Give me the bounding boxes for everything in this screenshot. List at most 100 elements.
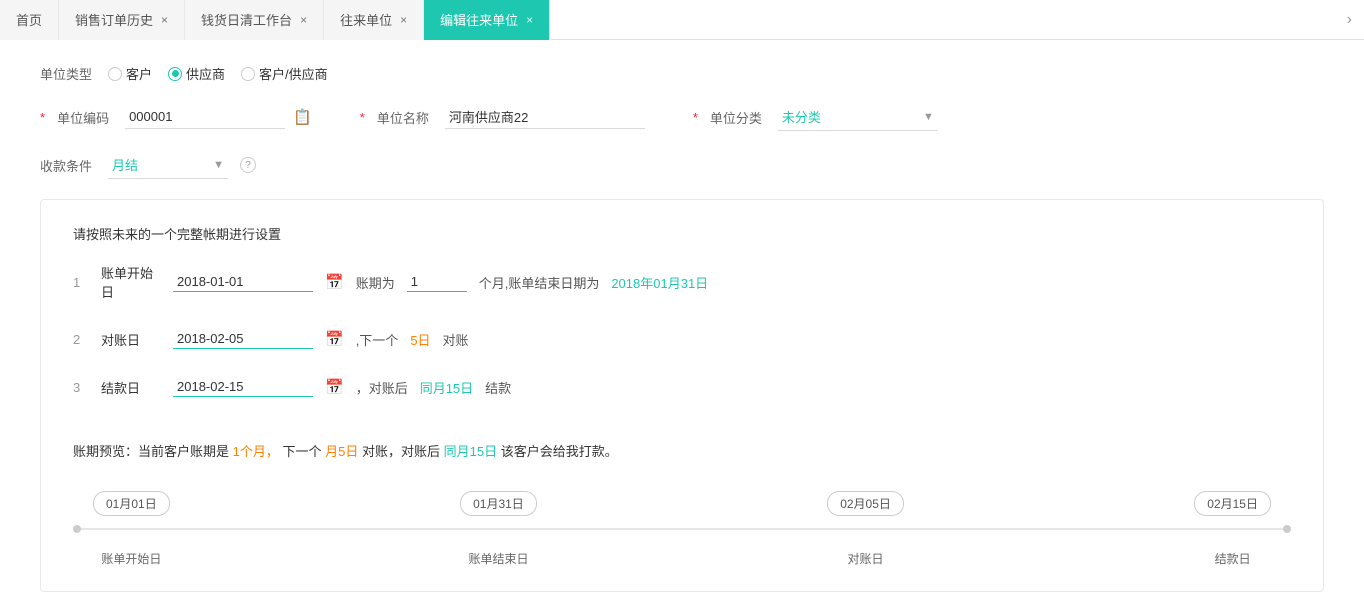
preview-text-4: 该客户会给我打款。: [501, 444, 618, 459]
tab-bar: 首页 销售订单历史 × 钱货日清工作台 × 往来单位 × 编辑往来单位 × ›: [0, 0, 1364, 40]
payment-condition-row: 收款条件 月结 ▼ ?: [40, 151, 1324, 179]
timeline-label-3: 结款日: [1215, 550, 1251, 567]
preview-section: 账期预览：当前客户账期是 1个月， 下一个 月5日 对账，对账后 同月15日 该…: [73, 425, 1291, 567]
radio-group-unit-type: 客户 供应商 客户/供应商: [108, 64, 328, 83]
radio-supplier-label: 供应商: [186, 64, 225, 83]
tab-cash-close[interactable]: ×: [300, 14, 307, 26]
period-date-3[interactable]: [173, 377, 313, 397]
main-content: 单位类型 客户 供应商 客户/供应商 * 单位编码 📋 * 单位名称: [0, 40, 1364, 616]
preview-text-3: 对账，对账后: [362, 444, 440, 459]
timeline-dot-start: [73, 525, 81, 533]
tab-edit-partner[interactable]: 编辑往来单位 ×: [424, 0, 550, 40]
preview-label: 账期预览：当前客户账期是: [73, 444, 229, 459]
tab-cash-work[interactable]: 钱货日清工作台 ×: [185, 0, 324, 40]
payment-condition-select[interactable]: 月结 ▼: [108, 151, 228, 179]
period-desc-3b: 结款: [485, 378, 511, 397]
preview-highlight-3: 同月15日: [444, 444, 497, 459]
unit-type-row: 单位类型 客户 供应商 客户/供应商: [40, 64, 1324, 83]
period-cal-1[interactable]: 📅: [325, 273, 344, 291]
unit-code-input[interactable]: [125, 105, 285, 129]
tab-sales-close[interactable]: ×: [161, 14, 168, 26]
tab-sales-label: 销售订单历史: [75, 10, 153, 29]
tab-cash-label: 钱货日清工作台: [201, 10, 292, 29]
radio-customer-circle: [108, 67, 122, 81]
timeline-node-3: 02月15日 结款日: [1194, 491, 1271, 567]
tab-edit-partner-close[interactable]: ×: [526, 14, 533, 26]
radio-customer-label: 客户: [126, 64, 152, 83]
unit-category-required: *: [693, 110, 698, 125]
unit-category-label: 单位分类: [710, 108, 762, 127]
period-field-label-3: 结款日: [101, 378, 161, 397]
period-card: 请按照未来的一个完整帐期进行设置 1 账单开始日 📅 账期为 个月,账单结束日期…: [40, 199, 1324, 592]
period-cal-2[interactable]: 📅: [325, 330, 344, 348]
period-num-1: 1: [73, 275, 89, 290]
timeline-label-1: 账单结束日: [468, 550, 528, 567]
payment-condition-value: 月结: [112, 155, 209, 174]
unit-code-label: 单位编码: [57, 108, 109, 127]
unit-code-icon[interactable]: 📋: [293, 108, 312, 126]
timeline-node-2: 02月05日 对账日: [827, 491, 904, 567]
radio-customer[interactable]: 客户: [108, 64, 152, 83]
tab-arrow[interactable]: ›: [1335, 11, 1364, 29]
period-card-title: 请按照未来的一个完整帐期进行设置: [73, 224, 1291, 243]
period-highlight-3: 同月15日: [420, 378, 473, 397]
period-cal-3[interactable]: 📅: [325, 378, 344, 396]
radio-customer-supplier[interactable]: 客户/供应商: [241, 64, 328, 83]
period-desc-2a: ,下一个: [356, 330, 399, 349]
radio-customer-supplier-label: 客户/供应商: [259, 64, 328, 83]
unit-name-input[interactable]: [445, 105, 645, 129]
timeline-badge-0: 01月01日: [93, 491, 170, 516]
timeline-node-1: 01月31日 账单结束日: [460, 491, 537, 567]
period-end-date: 2018年01月31日: [611, 273, 708, 292]
period-desc-3a: ，对账后: [356, 378, 408, 397]
timeline-badge-2: 02月05日: [827, 491, 904, 516]
period-num-3: 3: [73, 380, 89, 395]
unit-code-required: *: [40, 110, 45, 125]
tab-edit-partner-label: 编辑往来单位: [440, 10, 518, 29]
period-num-2: 2: [73, 332, 89, 347]
unit-name-label: 单位名称: [377, 108, 429, 127]
unit-type-label: 单位类型: [40, 64, 92, 83]
radio-supplier[interactable]: 供应商: [168, 64, 225, 83]
timeline-wrapper: 01月01日 账单开始日 01月31日 账单结束日 02月05日 对账日 02月…: [73, 491, 1291, 567]
unit-code-group: * 单位编码 📋: [40, 105, 312, 129]
timeline-badge-1: 01月31日: [460, 491, 537, 516]
period-field-label-1: 账单开始日: [101, 263, 161, 301]
period-desc-suffix-1: 个月,账单结束日期为: [479, 273, 600, 292]
preview-text: 账期预览：当前客户账期是 1个月， 下一个 月5日 对账，对账后 同月15日 该…: [73, 441, 1291, 463]
timeline-node-0: 01月01日 账单开始日: [93, 491, 170, 567]
preview-highlight-2: 月5日: [325, 444, 358, 459]
tab-home-label: 首页: [16, 10, 42, 29]
period-row-1: 1 账单开始日 📅 账期为 个月,账单结束日期为 2018年01月31日: [73, 263, 1291, 301]
timeline-label-2: 对账日: [848, 550, 884, 567]
unit-name-required: *: [360, 110, 365, 125]
payment-condition-arrow: ▼: [213, 159, 224, 171]
timeline-label-0: 账单开始日: [101, 550, 161, 567]
period-row-3: 3 结款日 📅 ，对账后 同月15日 结款: [73, 377, 1291, 397]
tab-sales-order-history[interactable]: 销售订单历史 ×: [59, 0, 185, 40]
timeline-badge-3: 02月15日: [1194, 491, 1271, 516]
unit-info-row: * 单位编码 📋 * 单位名称 * 单位分类 未分类 ▼: [40, 103, 1324, 131]
unit-category-select[interactable]: 未分类 ▼: [778, 103, 938, 131]
tab-partner[interactable]: 往来单位 ×: [324, 0, 424, 40]
period-row-2: 2 对账日 📅 ,下一个 5日 对账: [73, 329, 1291, 349]
preview-highlight-1: 1个月，: [233, 444, 279, 459]
period-date-1[interactable]: [173, 272, 313, 292]
tab-partner-label: 往来单位: [340, 10, 392, 29]
payment-condition-label: 收款条件: [40, 156, 92, 175]
radio-customer-supplier-circle: [241, 67, 255, 81]
tab-home[interactable]: 首页: [0, 0, 59, 40]
period-desc-2b: 对账: [443, 330, 469, 349]
unit-category-group: * 单位分类 未分类 ▼: [693, 103, 938, 131]
period-date-2[interactable]: [173, 329, 313, 349]
period-highlight-2: 5日: [410, 330, 430, 349]
period-month-input[interactable]: [407, 272, 467, 292]
preview-text-2: 下一个: [283, 444, 322, 459]
period-desc-prefix-1: 账期为: [356, 273, 395, 292]
unit-name-group: * 单位名称: [360, 105, 645, 129]
tab-partner-close[interactable]: ×: [400, 14, 407, 26]
payment-help-icon[interactable]: ?: [240, 157, 256, 173]
timeline-nodes: 01月01日 账单开始日 01月31日 账单结束日 02月05日 对账日 02月…: [93, 491, 1271, 567]
unit-category-arrow: ▼: [923, 111, 934, 123]
radio-supplier-circle: [168, 67, 182, 81]
